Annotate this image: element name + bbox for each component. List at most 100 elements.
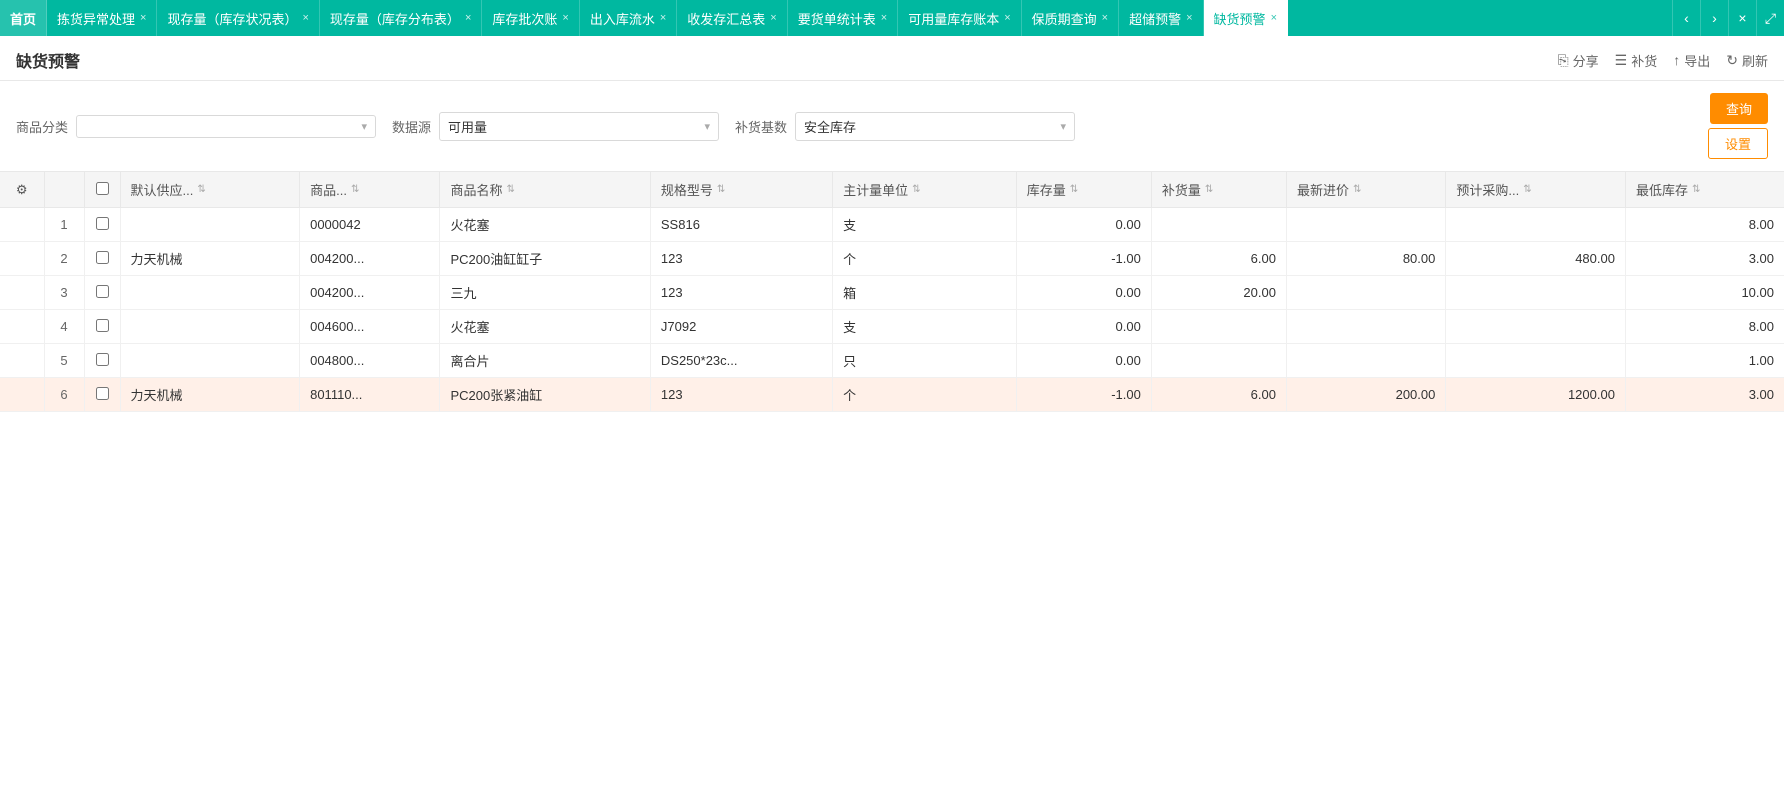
nav-tab-order-label: 要货单统计表: [798, 9, 876, 28]
td-check-2[interactable]: [84, 276, 120, 310]
table-row: 5 004800... 离合片 DS250*23c... 只 0.00 1.00: [0, 344, 1784, 378]
td-seq-1: 2: [44, 242, 84, 276]
td-spec-5: 123: [650, 378, 832, 412]
nav-tab-inv1-close[interactable]: ×: [302, 12, 308, 24]
nav-tab-shortage-close[interactable]: ×: [1271, 12, 1277, 24]
nav-tab-inv2[interactable]: 现存量（库存分布表） ×: [320, 0, 482, 36]
filter-datasource-arrow-icon: ▾: [705, 120, 711, 133]
th-seq: [44, 172, 84, 208]
th-spec[interactable]: 规格型号 ⇅: [650, 172, 832, 208]
th-restock-label: 补货量: [1162, 180, 1201, 199]
td-name-0: 火花塞: [440, 208, 650, 242]
nav-prev-btn[interactable]: ‹: [1672, 0, 1700, 36]
nav-tab-inv1[interactable]: 现存量（库存状况表） ×: [157, 0, 319, 36]
th-restock[interactable]: 补货量 ⇅: [1151, 172, 1286, 208]
row-checkbox-4[interactable]: [96, 353, 109, 366]
nav-next-btn[interactable]: ›: [1700, 0, 1728, 36]
td-supplier-0: [120, 208, 300, 242]
th-gear[interactable]: ⚙: [0, 172, 44, 208]
td-check-5[interactable]: [84, 378, 120, 412]
td-check-3[interactable]: [84, 310, 120, 344]
nav-tab-expiry[interactable]: 保质期查询 ×: [1022, 0, 1119, 36]
nav-tab-pick-label: 拣货异常处理: [57, 9, 135, 28]
nav-tab-avail-close[interactable]: ×: [1004, 12, 1010, 24]
th-name-label: 商品名称: [450, 180, 502, 199]
nav-tab-pick-close[interactable]: ×: [140, 12, 146, 24]
td-min-stock-2: 10.00: [1625, 276, 1784, 310]
nav-tab-flow-close[interactable]: ×: [660, 12, 666, 24]
td-check-4[interactable]: [84, 344, 120, 378]
th-stock-label: 库存量: [1027, 180, 1066, 199]
nav-tab-summary[interactable]: 收发存汇总表 ×: [677, 0, 787, 36]
nav-fullscreen-btn[interactable]: ⤢: [1756, 0, 1784, 36]
filter-restock-arrow-icon: ▾: [1061, 120, 1067, 133]
select-all-checkbox[interactable]: [96, 182, 109, 195]
td-unit-3: 支: [833, 310, 1017, 344]
export-action[interactable]: ↑ 导出: [1673, 51, 1710, 70]
td-stock-5: -1.00: [1016, 378, 1151, 412]
nav-tab-overstock-close[interactable]: ×: [1186, 12, 1192, 24]
nav-tab-shortage[interactable]: 缺货预警 ×: [1204, 0, 1288, 36]
row-checkbox-5[interactable]: [96, 387, 109, 400]
th-est-purchase[interactable]: 预计采购... ⇅: [1446, 172, 1626, 208]
th-min-stock[interactable]: 最低库存 ⇅: [1625, 172, 1784, 208]
nav-tab-order[interactable]: 要货单统计表 ×: [788, 0, 898, 36]
td-est-purchase-5: 1200.00: [1446, 378, 1626, 412]
td-restock-3: [1151, 310, 1286, 344]
table-row: 4 004600... 火花塞 J7092 支 0.00 8.00: [0, 310, 1784, 344]
th-unit[interactable]: 主计量单位 ⇅: [833, 172, 1017, 208]
th-code[interactable]: 商品... ⇅: [300, 172, 440, 208]
td-check-1[interactable]: [84, 242, 120, 276]
nav-tab-batch-close[interactable]: ×: [562, 12, 568, 24]
nav-tab-order-close[interactable]: ×: [881, 12, 887, 24]
query-button[interactable]: 查询: [1710, 93, 1768, 124]
th-supplier-label: 默认供应...: [131, 180, 194, 199]
td-code-4: 004800...: [300, 344, 440, 378]
th-supplier[interactable]: 默认供应... ⇅: [120, 172, 300, 208]
td-gear-5: [0, 378, 44, 412]
th-code-label: 商品...: [310, 180, 347, 199]
th-code-sort-icon: ⇅: [351, 184, 359, 195]
page-title: 缺货预警: [16, 48, 80, 72]
td-name-1: PC200油缸缸子: [440, 242, 650, 276]
row-checkbox-1[interactable]: [96, 251, 109, 264]
settings-button[interactable]: 设置: [1708, 128, 1768, 159]
th-est-purchase-label: 预计采购...: [1456, 180, 1519, 199]
nav-tab-expiry-close[interactable]: ×: [1102, 12, 1108, 24]
nav-tab-home[interactable]: 首页: [0, 0, 47, 36]
filter-datasource-select[interactable]: 可用量 ▾: [439, 112, 719, 141]
filter-category-select[interactable]: ▾: [76, 115, 376, 138]
filter-restock-value: 安全库存: [804, 117, 856, 136]
th-name[interactable]: 商品名称 ⇅: [440, 172, 650, 208]
restock-action[interactable]: ☰ 补货: [1615, 51, 1658, 70]
row-checkbox-2[interactable]: [96, 285, 109, 298]
th-check[interactable]: [84, 172, 120, 208]
refresh-action[interactable]: ↻ 刷新: [1726, 51, 1768, 70]
table-row: 6 力天机械 801110... PC200张紧油缸 123 个 -1.00 6…: [0, 378, 1784, 412]
filter-restock-select[interactable]: 安全库存 ▾: [795, 112, 1075, 141]
td-check-0[interactable]: [84, 208, 120, 242]
td-est-purchase-1: 480.00: [1446, 242, 1626, 276]
nav-tab-overstock[interactable]: 超储预警 ×: [1119, 0, 1203, 36]
filter-category-group: 商品分类 ▾: [16, 115, 376, 138]
nav-tab-inv2-close[interactable]: ×: [465, 12, 471, 24]
share-action[interactable]: ⎘ 分享: [1557, 51, 1598, 70]
th-stock[interactable]: 库存量 ⇅: [1016, 172, 1151, 208]
row-checkbox-0[interactable]: [96, 217, 109, 230]
th-supplier-sort-icon: ⇅: [197, 184, 205, 195]
th-unit-sort-icon: ⇅: [912, 184, 920, 195]
nav-close-btn[interactable]: ×: [1728, 0, 1756, 36]
th-latest-price[interactable]: 最新进价 ⇅: [1286, 172, 1445, 208]
nav-tab-flow[interactable]: 出入库流水 ×: [580, 0, 677, 36]
nav-tab-pick[interactable]: 拣货异常处理 ×: [47, 0, 157, 36]
td-restock-5: 6.00: [1151, 378, 1286, 412]
share-icon: ⎘: [1557, 52, 1568, 69]
nav-tab-expiry-label: 保质期查询: [1032, 9, 1097, 28]
nav-tab-batch[interactable]: 库存批次账 ×: [482, 0, 579, 36]
gear-icon: ⚙: [16, 182, 28, 197]
nav-tab-avail[interactable]: 可用量库存账本 ×: [898, 0, 1021, 36]
td-code-2: 004200...: [300, 276, 440, 310]
nav-tab-summary-close[interactable]: ×: [770, 12, 776, 24]
table-body: 1 0000042 火花塞 SS816 支 0.00 8.00 2 力天机械 0…: [0, 208, 1784, 412]
row-checkbox-3[interactable]: [96, 319, 109, 332]
